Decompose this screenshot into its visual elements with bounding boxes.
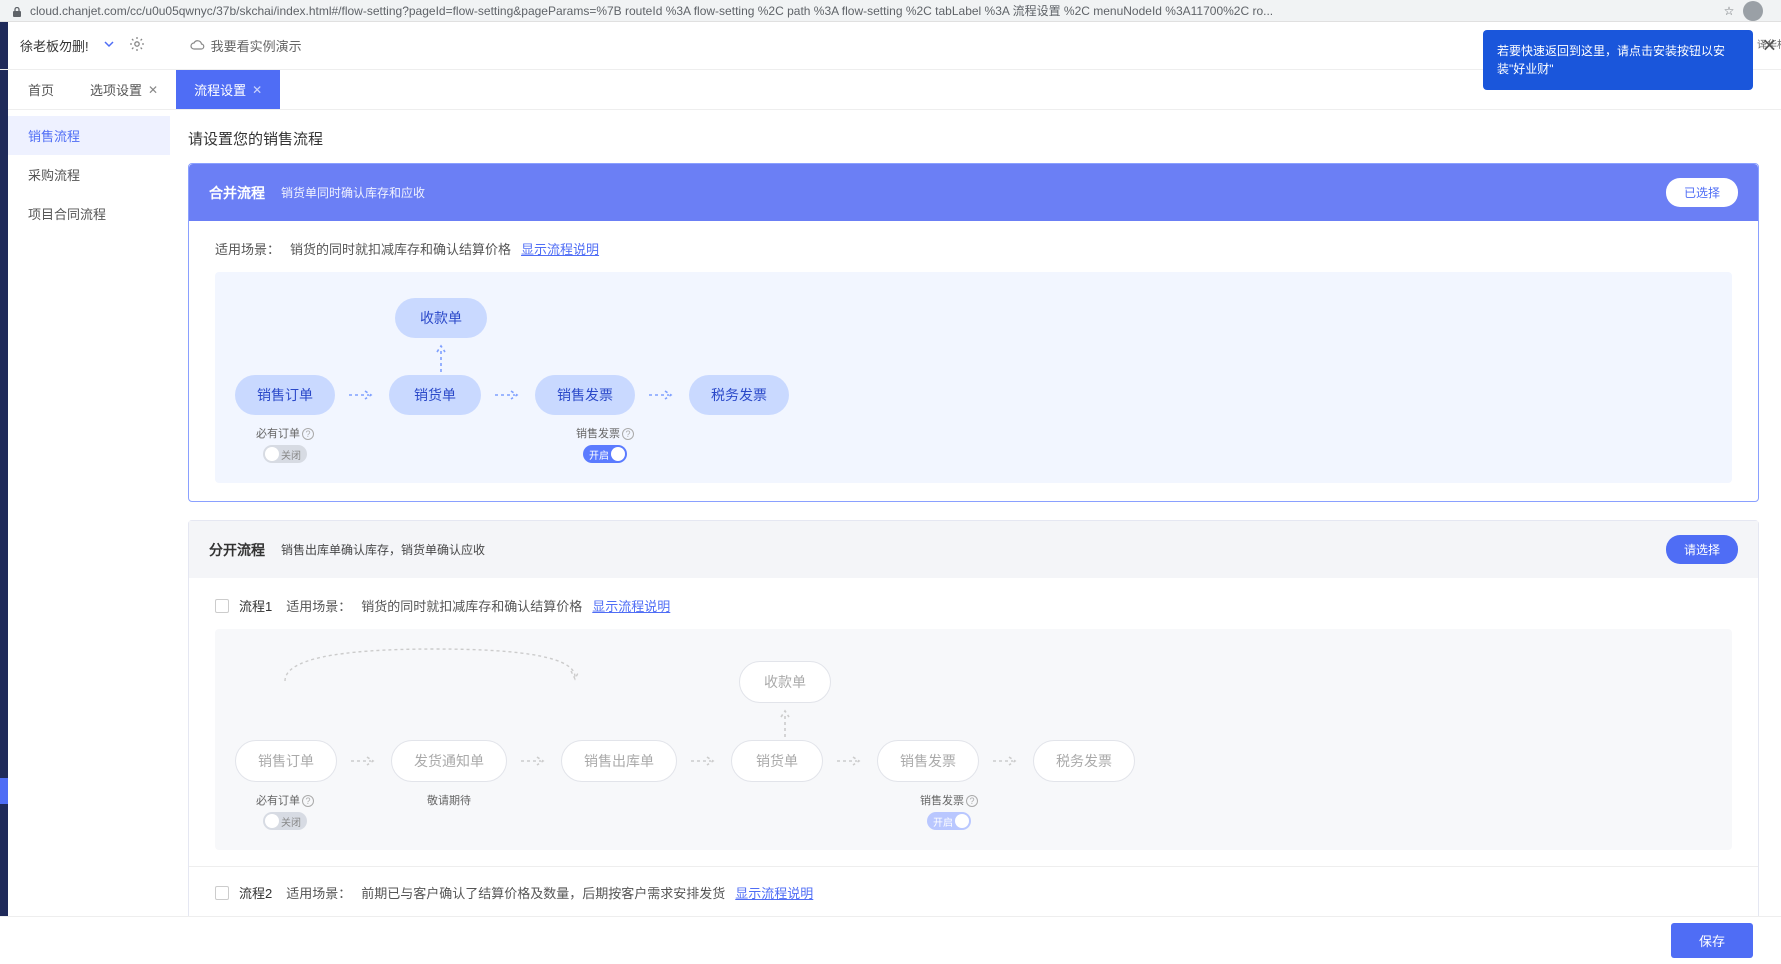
card-subtitle: 销货单同时确认库存和应收 xyxy=(281,184,425,201)
show-flow-link[interactable]: 显示流程说明 xyxy=(521,239,599,258)
coming-soon-label: 敬请期待 xyxy=(427,792,471,808)
help-icon[interactable]: ? xyxy=(302,428,314,440)
demo-link-label: 我要看实例演示 xyxy=(211,36,302,55)
node-tax-invoice: 税务发票 xyxy=(689,375,789,415)
node-tax-invoice: 税务发票 xyxy=(1033,740,1135,782)
toggle-must-order[interactable]: 关闭 xyxy=(263,812,307,830)
app-header: 徐老板勿删! 我要看实例演示 若要快速返回到这里，请点击安装按钮以安装"好业财"… xyxy=(0,22,1781,70)
merged-flow-card: 合并流程 销货单同时确认库存和应收 已选择 适用场景： 销货的同时就扣减库存和确… xyxy=(188,163,1759,502)
scenario-label: 适用场景： xyxy=(286,596,351,615)
arrow-right-icon xyxy=(349,388,375,402)
option-must-order: 必有订单? 关闭 xyxy=(239,792,331,830)
url-text: cloud.chanjet.com/cc/u0u05qwnyc/37b/skch… xyxy=(30,2,1721,19)
sidebar-item-purchase[interactable]: 采购流程 xyxy=(0,155,170,194)
scenario-text: 前期已与客户确认了结算价格及数量，后期按客户需求安排发货 xyxy=(361,883,725,902)
option-sales-invoice: 销售发票? 开启 xyxy=(559,425,651,463)
close-icon[interactable]: ✕ xyxy=(1762,35,1777,56)
tab-flow-settings[interactable]: 流程设置 ✕ xyxy=(176,70,280,109)
database-name[interactable]: 徐老板勿删! xyxy=(20,36,89,55)
install-tooltip: 若要快速返回到这里，请点击安装按钮以安装"好业财" xyxy=(1483,30,1753,90)
scenario-label: 适用场景： xyxy=(215,239,280,258)
card-subtitle: 销售出库单确认库存，销货单确认应收 xyxy=(281,541,485,558)
node-out: 销售出库单 xyxy=(561,740,677,782)
scenario-text: 销货的同时就扣减库存和确认结算价格 xyxy=(290,239,511,258)
footer-bar: 保存 xyxy=(0,916,1781,964)
node-sales-invoice: 销售发票 xyxy=(877,740,979,782)
node-receipt: 收款单 xyxy=(739,661,831,703)
flow-diagram-p1: 收款单 销售订单 发货通知单 销售出库单 销货单 销售发票 xyxy=(215,629,1732,850)
profile-avatar[interactable] xyxy=(1743,1,1763,21)
node-order: 销售订单 xyxy=(235,375,335,415)
arrow-right-icon xyxy=(837,754,863,768)
arrow-right-icon xyxy=(691,754,717,768)
card-title: 分开流程 xyxy=(209,540,265,560)
sidebar-item-sales[interactable]: 销售流程 xyxy=(0,116,170,155)
toggle-sales-invoice[interactable]: 开启 xyxy=(583,445,627,463)
bookmark-star-icon[interactable]: ☆ xyxy=(1721,4,1737,18)
checkbox-process1[interactable] xyxy=(215,599,229,613)
chevron-down-icon[interactable] xyxy=(103,38,115,53)
process-name: 流程1 xyxy=(239,596,272,615)
option-sales-invoice: 销售发票? 开启 xyxy=(903,792,995,830)
checkbox-process2[interactable] xyxy=(215,886,229,900)
save-button[interactable]: 保存 xyxy=(1671,923,1753,958)
node-ship: 销货单 xyxy=(389,375,481,415)
node-notice: 发货通知单 xyxy=(391,740,507,782)
toggle-must-order[interactable]: 关闭 xyxy=(263,445,307,463)
help-icon[interactable]: ? xyxy=(622,428,634,440)
scenario-label: 适用场景： xyxy=(286,883,351,902)
help-icon[interactable]: ? xyxy=(966,795,978,807)
flow-diagram: 收款单 销售订单 销货单 销售发票 税务发票 xyxy=(215,272,1732,483)
help-icon[interactable]: ? xyxy=(302,795,314,807)
arrow-right-icon xyxy=(649,388,675,402)
scenario-text: 销货的同时就扣减库存和确认结算价格 xyxy=(361,596,582,615)
demo-link[interactable]: 我要看实例演示 xyxy=(189,36,302,55)
select-button[interactable]: 请选择 xyxy=(1666,535,1738,564)
tab-options[interactable]: 选项设置 ✕ xyxy=(72,70,176,109)
node-order: 销售订单 xyxy=(235,740,337,782)
gear-icon[interactable] xyxy=(129,36,145,55)
split-flow-card: 分开流程 销售出库单确认库存，销货单确认应收 请选择 流程1 适用场景： 销货的… xyxy=(188,520,1759,935)
arrow-up-icon xyxy=(778,707,792,740)
arrow-up-icon xyxy=(434,342,448,375)
tab-label: 选项设置 xyxy=(90,80,142,99)
node-receipt: 收款单 xyxy=(395,298,487,338)
toggle-sales-invoice[interactable]: 开启 xyxy=(927,812,971,830)
main-content: 请设置您的销售流程 合并流程 销货单同时确认库存和应收 已选择 适用场景： 销货… xyxy=(170,110,1781,964)
close-icon[interactable]: ✕ xyxy=(252,83,262,97)
merged-card-header: 合并流程 销货单同时确认库存和应收 已选择 xyxy=(189,164,1758,221)
process1-scenario: 流程1 适用场景： 销货的同时就扣减库存和确认结算价格 显示流程说明 xyxy=(215,596,1732,615)
tab-label: 首页 xyxy=(28,80,54,99)
split-card-header: 分开流程 销售出库单确认库存，销货单确认应收 请选择 xyxy=(189,521,1758,578)
show-flow-link[interactable]: 显示流程说明 xyxy=(735,883,813,902)
arrow-right-icon xyxy=(993,754,1019,768)
arrow-right-icon xyxy=(521,754,547,768)
divider xyxy=(189,866,1758,867)
tab-home[interactable]: 首页 xyxy=(10,70,72,109)
option-notice: 敬请期待 xyxy=(399,792,499,830)
page-title: 请设置您的销售流程 xyxy=(188,128,1759,149)
tab-label: 流程设置 xyxy=(194,80,246,99)
process2-scenario: 流程2 适用场景： 前期已与客户确认了结算价格及数量，后期按客户需求安排发货 显… xyxy=(215,883,1732,902)
sidebar: 销售流程 采购流程 项目合同流程 xyxy=(0,110,170,964)
lock-icon xyxy=(12,6,22,16)
process-name: 流程2 xyxy=(239,883,272,902)
sidebar-item-project[interactable]: 项目合同流程 xyxy=(0,194,170,233)
cloud-icon xyxy=(189,38,205,54)
node-ship: 销货单 xyxy=(731,740,823,782)
card-title: 合并流程 xyxy=(209,183,265,203)
curve-arrow-icon xyxy=(255,641,595,681)
left-rail xyxy=(0,22,8,964)
option-must-order: 必有订单? 关闭 xyxy=(239,425,331,463)
node-sales-invoice: 销售发票 xyxy=(535,375,635,415)
arrow-right-icon xyxy=(351,754,377,768)
close-icon[interactable]: ✕ xyxy=(148,83,158,97)
show-flow-link[interactable]: 显示流程说明 xyxy=(592,596,670,615)
scenario-line: 适用场景： 销货的同时就扣减库存和确认结算价格 显示流程说明 xyxy=(215,239,1732,258)
selected-button[interactable]: 已选择 xyxy=(1666,178,1738,207)
browser-address-bar: cloud.chanjet.com/cc/u0u05qwnyc/37b/skch… xyxy=(0,0,1781,22)
arrow-right-icon xyxy=(495,388,521,402)
